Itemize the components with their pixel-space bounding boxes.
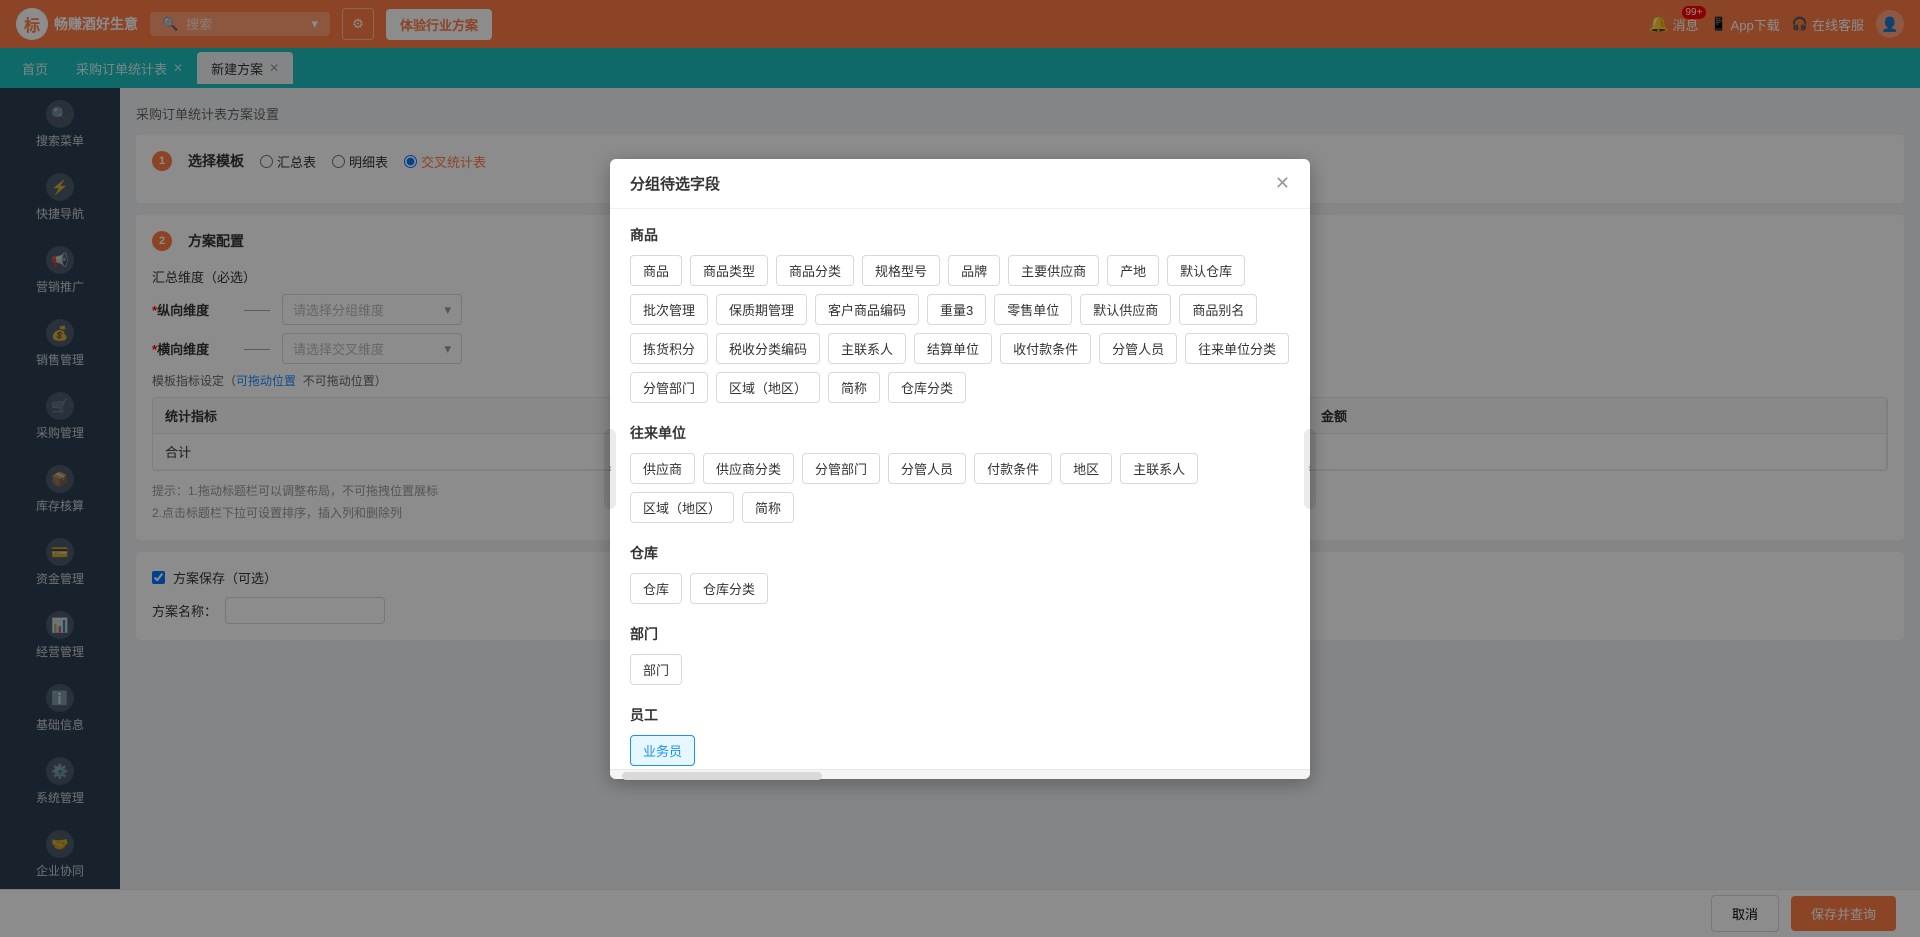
field-tag-goods-alias[interactable]: 商品别名	[1179, 294, 1257, 325]
field-tag-manage-dept[interactable]: 分管部门	[802, 453, 880, 484]
field-tag-spec-type[interactable]: 规格型号	[862, 255, 940, 286]
modal-scrollbar-h[interactable]	[610, 769, 1310, 778]
field-tag-customer-code[interactable]: 客户商品编码	[815, 294, 919, 325]
field-tag-short-name[interactable]: 简称	[828, 372, 880, 403]
field-tag-dept[interactable]: 分管部门	[630, 372, 708, 403]
section-warehouse-title: 仓库	[630, 543, 1290, 563]
field-tag-region-2[interactable]: 区域（地区）	[630, 492, 734, 523]
field-tag-goods-type[interactable]: 商品类型	[690, 255, 768, 286]
field-tag-supplier-category[interactable]: 供应商分类	[703, 453, 794, 484]
modal-scrollbar-thumb[interactable]	[622, 772, 822, 780]
field-tag-supplier[interactable]: 供应商	[630, 453, 695, 484]
field-select-modal: ‹ › 分组待选字段 ✕ 商品 商品 商品类型 商品分类 规格型号 品牌 主要供…	[610, 159, 1310, 779]
field-tag-main-contact[interactable]: 主联系人	[828, 333, 906, 364]
field-tag-brand[interactable]: 品牌	[948, 255, 1000, 286]
section-department: 部门 部门	[630, 624, 1290, 685]
goods-fields: 商品 商品类型 商品分类 规格型号 品牌 主要供应商 产地 默认仓库 批次管理 …	[630, 255, 1290, 403]
field-tag-department[interactable]: 部门	[630, 654, 682, 685]
field-tag-main-contact-2[interactable]: 主联系人	[1120, 453, 1198, 484]
field-tag-retail-unit[interactable]: 零售单位	[994, 294, 1072, 325]
modal-header: 分组待选字段 ✕	[610, 159, 1310, 209]
field-tag-warehouse[interactable]: 仓库	[630, 573, 682, 604]
section-employee-title: 员工	[630, 705, 1290, 725]
left-arrow-icon: ‹	[608, 463, 611, 474]
field-tag-region[interactable]: 区域（地区）	[716, 372, 820, 403]
partners-fields: 供应商 供应商分类 分管部门 分管人员 付款条件 地区 主联系人 区域（地区） …	[630, 453, 1290, 523]
field-tag-area[interactable]: 地区	[1060, 453, 1112, 484]
field-tag-payment-terms[interactable]: 收付款条件	[1000, 333, 1091, 364]
field-tag-origin[interactable]: 产地	[1107, 255, 1159, 286]
field-tag-warehouse-cat[interactable]: 仓库分类	[690, 573, 768, 604]
field-tag-default-warehouse[interactable]: 默认仓库	[1167, 255, 1245, 286]
section-employee: 员工 业务员	[630, 705, 1290, 766]
section-partners: 往来单位 供应商 供应商分类 分管部门 分管人员 付款条件 地区 主联系人 区域…	[630, 423, 1290, 523]
dept-fields: 部门	[630, 654, 1290, 685]
field-tag-settlement-unit[interactable]: 结算单位	[914, 333, 992, 364]
right-arrow-icon: ›	[1308, 463, 1311, 474]
section-warehouse: 仓库 仓库 仓库分类	[630, 543, 1290, 604]
field-tag-pick-points[interactable]: 拣货积分	[630, 333, 708, 364]
field-tag-weight[interactable]: 重量3	[927, 294, 986, 325]
modal-close-button[interactable]: ✕	[1275, 174, 1290, 192]
modal-scroll-right[interactable]: ›	[1304, 429, 1316, 509]
modal-scroll-left[interactable]: ‹	[604, 429, 616, 509]
section-goods: 商品 商品 商品类型 商品分类 规格型号 品牌 主要供应商 产地 默认仓库 批次…	[630, 225, 1290, 403]
field-tag-default-supplier[interactable]: 默认供应商	[1080, 294, 1171, 325]
field-tag-partner-category[interactable]: 往来单位分类	[1185, 333, 1289, 364]
field-tag-expiry[interactable]: 保质期管理	[716, 294, 807, 325]
field-tag-manage-person[interactable]: 分管人员	[888, 453, 966, 484]
warehouse-fields: 仓库 仓库分类	[630, 573, 1290, 604]
field-tag-goods-category[interactable]: 商品分类	[776, 255, 854, 286]
field-tag-salesperson[interactable]: 业务员	[630, 735, 695, 766]
employee-fields: 业务员	[630, 735, 1290, 766]
field-tag-warehouse-category[interactable]: 仓库分类	[888, 372, 966, 403]
section-goods-title: 商品	[630, 225, 1290, 245]
field-tag-manager[interactable]: 分管人员	[1099, 333, 1177, 364]
field-tag-tax-code[interactable]: 税收分类编码	[716, 333, 820, 364]
section-dept-title: 部门	[630, 624, 1290, 644]
modal-body: 商品 商品 商品类型 商品分类 规格型号 品牌 主要供应商 产地 默认仓库 批次…	[610, 209, 1310, 770]
modal-overlay: ‹ › 分组待选字段 ✕ 商品 商品 商品类型 商品分类 规格型号 品牌 主要供…	[0, 0, 1920, 937]
section-partners-title: 往来单位	[630, 423, 1290, 443]
field-tag-main-supplier[interactable]: 主要供应商	[1008, 255, 1099, 286]
field-tag-batch[interactable]: 批次管理	[630, 294, 708, 325]
modal-title: 分组待选字段	[630, 173, 720, 194]
field-tag-abbr[interactable]: 简称	[742, 492, 794, 523]
field-tag-goods[interactable]: 商品	[630, 255, 682, 286]
field-tag-payment-condition[interactable]: 付款条件	[974, 453, 1052, 484]
